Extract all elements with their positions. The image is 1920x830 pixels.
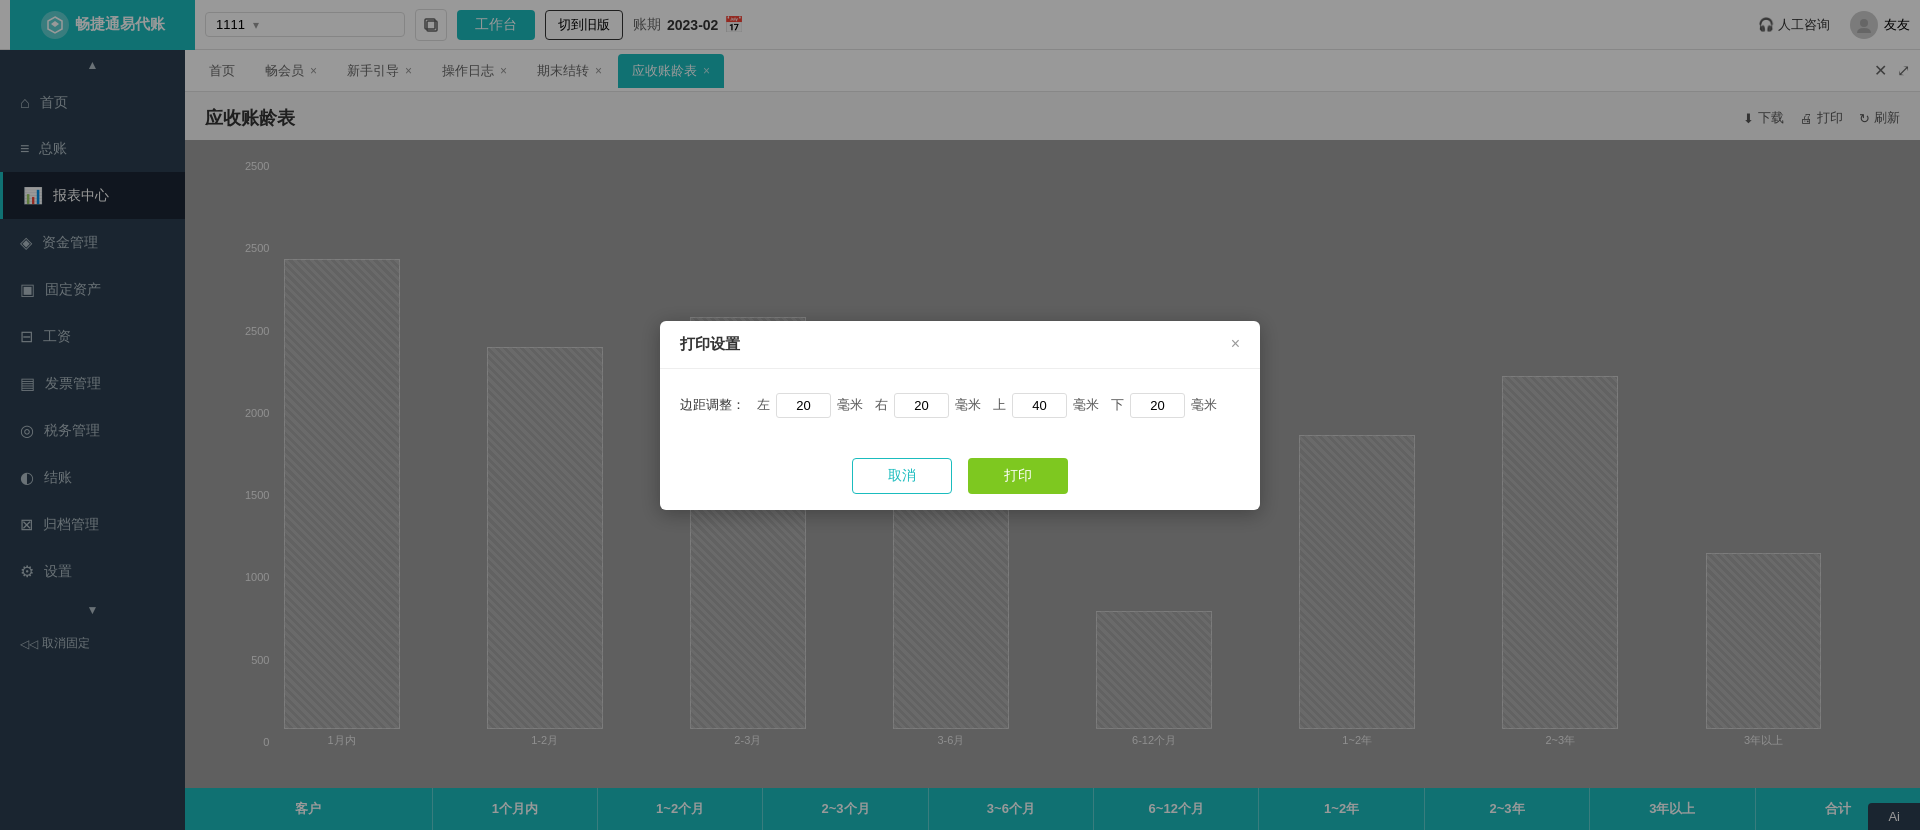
- margin-bottom-unit: 毫米: [1191, 396, 1217, 414]
- margin-top-unit: 毫米: [1073, 396, 1099, 414]
- margin-bottom-group: 下 毫米: [1111, 393, 1217, 418]
- margin-bottom-label: 下: [1111, 396, 1124, 414]
- margin-top-label: 上: [993, 396, 1006, 414]
- margin-right-input[interactable]: [894, 393, 949, 418]
- margin-right-group: 右 毫米: [875, 393, 981, 418]
- modal-title: 打印设置: [680, 335, 740, 354]
- modal-overlay[interactable]: 打印设置 × 边距调整： 左 毫米 右 毫米 上 毫米: [0, 0, 1920, 830]
- margin-row: 边距调整： 左 毫米 右 毫米 上 毫米 下: [680, 393, 1240, 418]
- margin-left-input[interactable]: [776, 393, 831, 418]
- modal-close-button[interactable]: ×: [1231, 335, 1240, 353]
- margin-top-group: 上 毫米: [993, 393, 1099, 418]
- modal-header: 打印设置 ×: [660, 321, 1260, 369]
- margin-label: 边距调整：: [680, 396, 745, 414]
- modal-footer: 取消 打印: [660, 442, 1260, 510]
- print-confirm-button[interactable]: 打印: [968, 458, 1068, 494]
- margin-top-input[interactable]: [1012, 393, 1067, 418]
- margin-left-group: 左 毫米: [757, 393, 863, 418]
- margin-left-unit: 毫米: [837, 396, 863, 414]
- modal-body: 边距调整： 左 毫米 右 毫米 上 毫米 下: [660, 369, 1260, 442]
- margin-right-label: 右: [875, 396, 888, 414]
- margin-bottom-input[interactable]: [1130, 393, 1185, 418]
- cancel-button[interactable]: 取消: [852, 458, 952, 494]
- margin-left-label: 左: [757, 396, 770, 414]
- margin-right-unit: 毫米: [955, 396, 981, 414]
- print-dialog: 打印设置 × 边距调整： 左 毫米 右 毫米 上 毫米: [660, 321, 1260, 510]
